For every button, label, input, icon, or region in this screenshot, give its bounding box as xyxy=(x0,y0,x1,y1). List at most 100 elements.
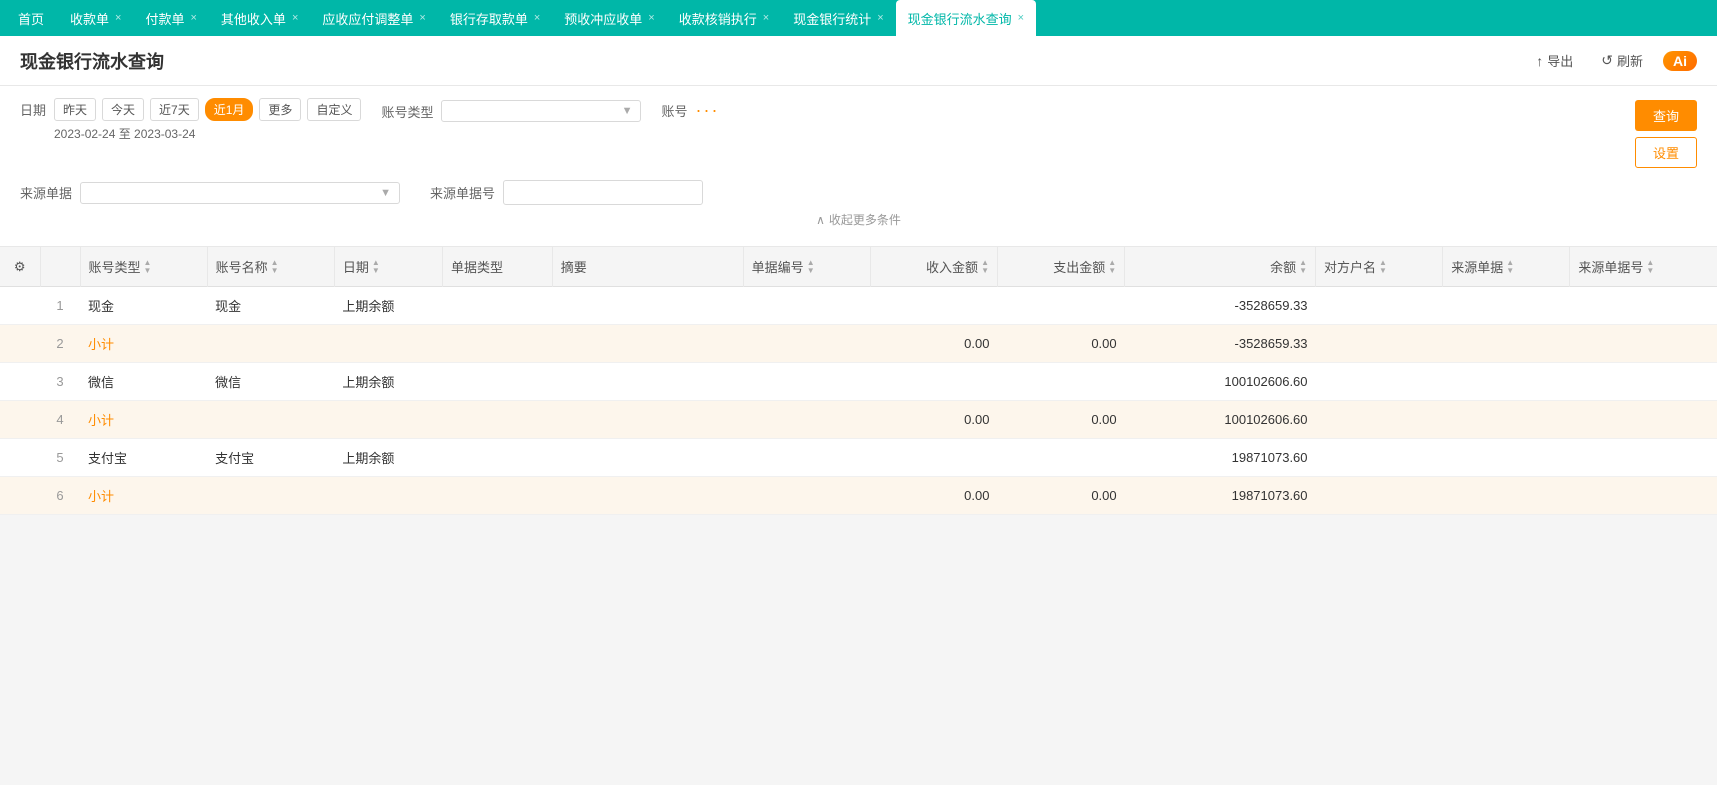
sort-icon: ▲▼ xyxy=(1646,259,1654,275)
row-source-doc xyxy=(1443,287,1570,325)
row-balance: -3528659.33 xyxy=(1125,287,1316,325)
row-income: 0.00 xyxy=(870,401,997,439)
row-balance: 100102606.60 xyxy=(1125,401,1316,439)
row-date xyxy=(334,477,442,515)
row-doc-type xyxy=(443,477,553,515)
table-body: 1 现金 现金 上期余额 -3528659.33 2 小计 0.00 0.00 … xyxy=(0,287,1717,515)
nav-tab-6[interactable]: 收款核销执行 × xyxy=(667,0,781,36)
row-counterpart xyxy=(1316,477,1443,515)
nav-tab-3[interactable]: 应收应付调整单 × xyxy=(310,0,437,36)
collapse-bar[interactable]: ∧ 收起更多条件 xyxy=(20,205,1697,234)
row-expense: 0.00 xyxy=(997,477,1124,515)
filter-area: 日期 昨天 今天 近7天 近1月 更多 自定义 2023-02-24 至 202… xyxy=(0,86,1717,247)
th-date[interactable]: 日期 ▲▼ xyxy=(334,247,442,287)
row-income xyxy=(870,439,997,477)
th-account-type[interactable]: 账号类型 ▲▼ xyxy=(80,247,207,287)
row-doc-type xyxy=(443,439,553,477)
nav-tab-5[interactable]: 预收冲应收单 × xyxy=(552,0,666,36)
th-account-name[interactable]: 账号名称 ▲▼ xyxy=(207,247,334,287)
row-doc-no xyxy=(743,401,870,439)
chevron-up-icon: ∧ xyxy=(816,213,825,227)
nav-tab-4[interactable]: 银行存取款单 × xyxy=(438,0,552,36)
source-doc-select[interactable]: ▼ xyxy=(80,182,400,204)
row-counterpart xyxy=(1316,363,1443,401)
row-balance: 19871073.60 xyxy=(1125,477,1316,515)
table-row: 6 小计 0.00 0.00 19871073.60 xyxy=(0,477,1717,515)
close-icon[interactable]: × xyxy=(419,12,425,24)
row-account-type: 小计 xyxy=(80,325,207,363)
th-income[interactable]: 收入金额 ▲▼ xyxy=(870,247,997,287)
close-icon[interactable]: × xyxy=(292,12,298,24)
account-dots-button[interactable]: ··· xyxy=(695,100,719,121)
date-btn-1month[interactable]: 近1月 xyxy=(205,98,254,121)
date-btn-yesterday[interactable]: 昨天 xyxy=(54,98,96,121)
refresh-button[interactable]: ↺ 刷新 xyxy=(1593,47,1651,74)
account-type-select[interactable]: ▼ xyxy=(441,100,641,122)
row-source-doc xyxy=(1443,363,1570,401)
row-expense xyxy=(997,363,1124,401)
nav-tab-7[interactable]: 现金银行统计 × xyxy=(781,0,895,36)
row-summary xyxy=(552,325,743,363)
source-doc-no-input[interactable] xyxy=(503,180,703,205)
close-icon[interactable]: × xyxy=(763,12,769,24)
th-balance[interactable]: 余额 ▲▼ xyxy=(1125,247,1316,287)
row-gear xyxy=(0,325,40,363)
row-expense xyxy=(997,439,1124,477)
th-source-doc[interactable]: 来源单据 ▲▼ xyxy=(1443,247,1570,287)
row-income xyxy=(870,363,997,401)
ai-button[interactable]: Ai xyxy=(1663,51,1697,71)
nav-tab-8[interactable]: 现金银行流水查询 × xyxy=(896,0,1036,36)
close-icon[interactable]: × xyxy=(877,12,883,24)
row-index: 2 xyxy=(40,325,80,363)
nav-tab-0[interactable]: 收款单 × xyxy=(58,0,133,36)
page-title: 现金银行流水查询 xyxy=(20,48,164,74)
close-icon[interactable]: × xyxy=(534,12,540,24)
th-source-doc-no[interactable]: 来源单据号 ▲▼ xyxy=(1570,247,1717,287)
row-expense xyxy=(997,287,1124,325)
sort-icon: ▲▼ xyxy=(271,259,279,275)
row-counterpart xyxy=(1316,325,1443,363)
header-actions: ↑ 导出 ↺ 刷新 Ai xyxy=(1528,47,1697,74)
settings-button[interactable]: 设置 xyxy=(1635,137,1697,168)
row-source-doc xyxy=(1443,401,1570,439)
sort-icon: ▲▼ xyxy=(807,259,815,275)
chevron-down-icon: ▼ xyxy=(622,105,633,117)
close-icon[interactable]: × xyxy=(190,12,196,24)
date-btn-7days[interactable]: 近7天 xyxy=(150,98,199,121)
table-row: 3 微信 微信 上期余额 100102606.60 xyxy=(0,363,1717,401)
row-account-name: 微信 xyxy=(207,363,334,401)
query-button[interactable]: 查询 xyxy=(1635,100,1697,131)
date-btn-more[interactable]: 更多 xyxy=(259,98,301,121)
close-icon[interactable]: × xyxy=(115,12,121,24)
row-doc-no xyxy=(743,363,870,401)
nav-tab-1[interactable]: 付款单 × xyxy=(133,0,208,36)
nav-tab-2[interactable]: 其他收入单 × xyxy=(209,0,310,36)
row-gear xyxy=(0,363,40,401)
export-icon: ↑ xyxy=(1536,53,1543,69)
table-row: 2 小计 0.00 0.00 -3528659.33 xyxy=(0,325,1717,363)
close-icon[interactable]: × xyxy=(1018,12,1024,24)
row-gear xyxy=(0,287,40,325)
export-button[interactable]: ↑ 导出 xyxy=(1528,47,1581,74)
th-doc-no[interactable]: 单据编号 ▲▼ xyxy=(743,247,870,287)
account-type-label: 账号类型 xyxy=(381,102,433,121)
row-source-doc-no xyxy=(1570,363,1717,401)
row-source-doc-no xyxy=(1570,401,1717,439)
table-row: 5 支付宝 支付宝 上期余额 19871073.60 xyxy=(0,439,1717,477)
date-btn-today[interactable]: 今天 xyxy=(102,98,144,121)
close-icon[interactable]: × xyxy=(648,12,654,24)
row-balance: -3528659.33 xyxy=(1125,325,1316,363)
row-counterpart xyxy=(1316,287,1443,325)
row-doc-type xyxy=(443,363,553,401)
row-summary xyxy=(552,439,743,477)
th-expense[interactable]: 支出金额 ▲▼ xyxy=(997,247,1124,287)
th-counterpart[interactable]: 对方户名 ▲▼ xyxy=(1316,247,1443,287)
row-counterpart xyxy=(1316,401,1443,439)
sort-icon: ▲▼ xyxy=(1299,259,1307,275)
source-doc-no-group: 来源单据号 xyxy=(430,180,703,205)
date-btn-custom[interactable]: 自定义 xyxy=(307,98,361,121)
nav-home[interactable]: 首页 xyxy=(4,0,58,36)
row-account-type: 支付宝 xyxy=(80,439,207,477)
th-gear[interactable]: ⚙ xyxy=(0,247,40,287)
table-row: 1 现金 现金 上期余额 -3528659.33 xyxy=(0,287,1717,325)
